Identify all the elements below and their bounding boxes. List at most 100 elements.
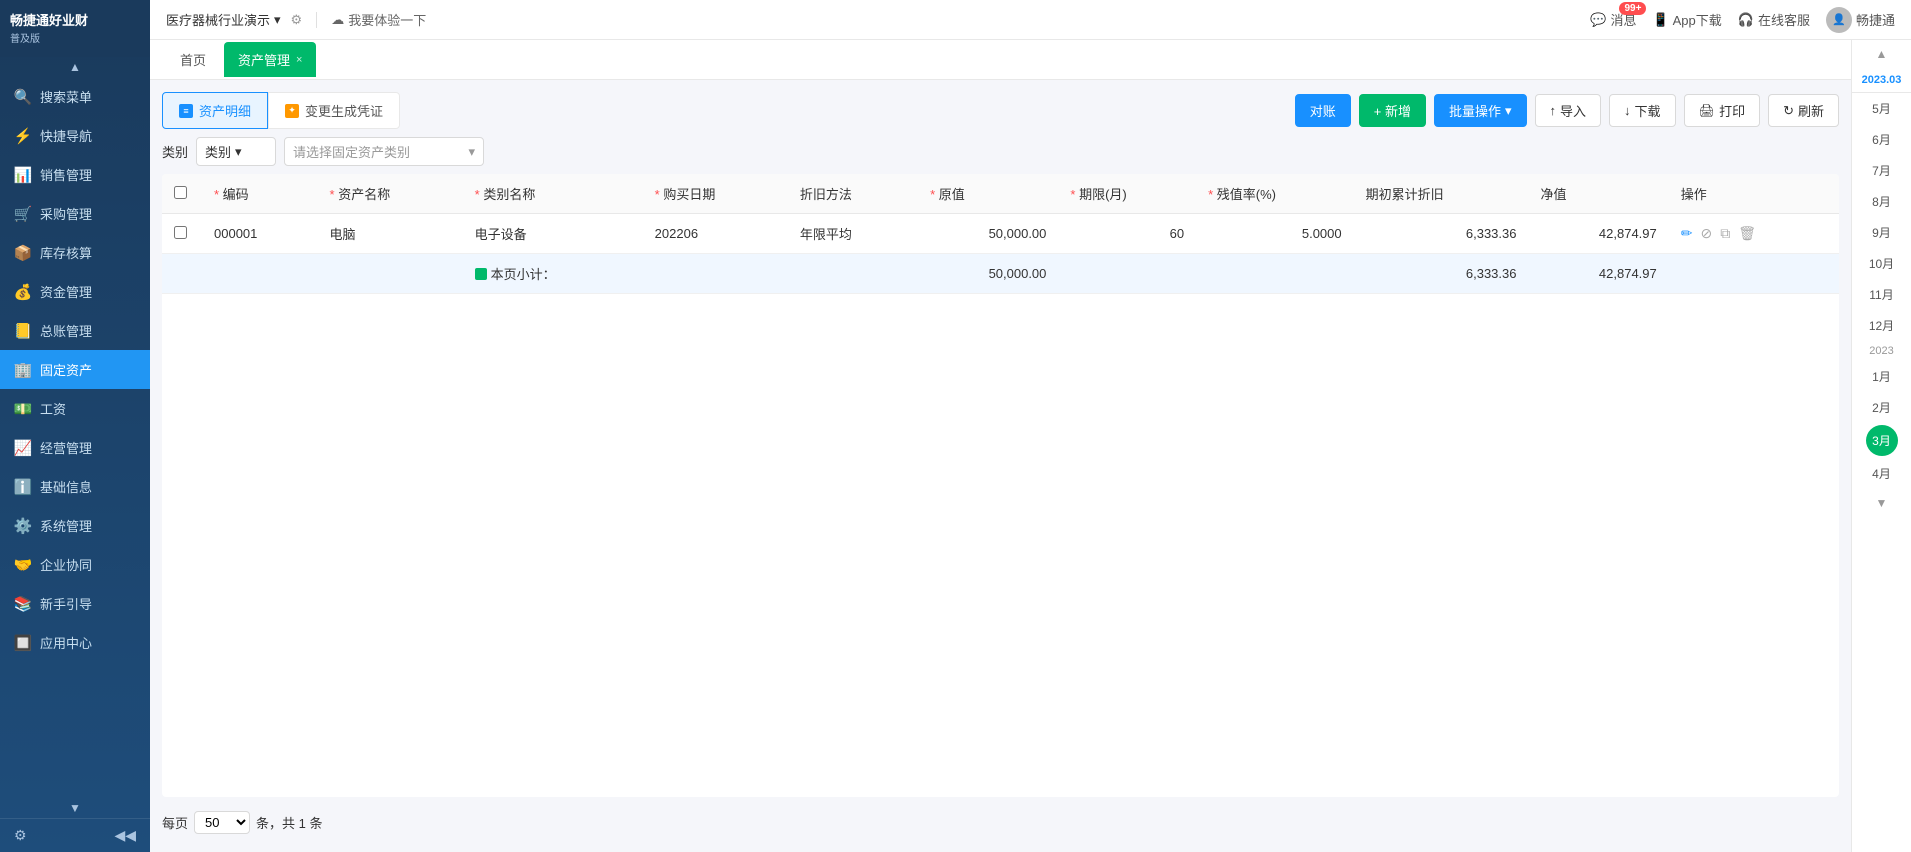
- table-row: 000001 电脑 电子设备 202206 年限平均 50,000.00 60 …: [162, 214, 1839, 254]
- sidebar-item-库存核算[interactable]: 📦 库存核算: [0, 233, 150, 272]
- sidebar-item-label: 固定资产: [40, 360, 92, 379]
- tab-asset-management[interactable]: 资产管理 ×: [224, 42, 316, 77]
- date-month-prev[interactable]: 9月: [1867, 217, 1896, 248]
- sub-tab-asset-detail[interactable]: ≡ 资产明细: [162, 92, 268, 129]
- sidebar-item-资金管理[interactable]: 💰 资金管理: [0, 272, 150, 311]
- batch-btn[interactable]: 批量操作 ▾: [1434, 94, 1527, 127]
- sidebar-item-工资[interactable]: 💵 工资: [0, 389, 150, 428]
- sub-tabs: ≡ 资产明细 ✦ 变更生成凭证: [162, 92, 400, 129]
- delete-icon[interactable]: 🗑: [1738, 225, 1756, 242]
- sidebar-item-快捷导航[interactable]: ⚡ 快捷导航: [0, 116, 150, 155]
- col-name: 资产名称: [318, 174, 463, 214]
- sidebar-item-label: 系统管理: [40, 516, 92, 535]
- collapse-icon[interactable]: ◀◀: [114, 827, 136, 844]
- date-month-prev[interactable]: 7月: [1867, 155, 1896, 186]
- category-type-select[interactable]: 类别 ▾: [196, 137, 276, 166]
- sidebar-item-label: 经营管理: [40, 438, 92, 457]
- refresh-btn[interactable]: ↻ 刷新: [1768, 94, 1839, 127]
- company-selector[interactable]: 医疗器械行业演示 ▾: [166, 10, 281, 29]
- copy-icon[interactable]: ⊘: [1701, 225, 1713, 242]
- sidebar-item-总账管理[interactable]: 📒 总账管理: [0, 311, 150, 350]
- edit-icon[interactable]: ✏: [1681, 225, 1693, 242]
- sidebar-icon: 🏢: [14, 361, 32, 379]
- date-month-curr[interactable]: 2月: [1866, 392, 1898, 423]
- date-sidebar-header[interactable]: 2023.03: [1852, 68, 1911, 93]
- sidebar-item-新手引导[interactable]: 📚 新手引导: [0, 584, 150, 623]
- date-month-curr[interactable]: 4月: [1866, 458, 1898, 489]
- message-btn[interactable]: 💬 消息 99+: [1590, 10, 1636, 29]
- col-original-value: 原值: [918, 174, 1058, 214]
- category-input[interactable]: 请选择固定资产类别 ▾: [284, 137, 484, 166]
- col-operation: 操作: [1669, 174, 1839, 214]
- sub-tab-change-voucher[interactable]: ✦ 变更生成凭证: [268, 92, 400, 129]
- sidebar-item-搜索菜单[interactable]: 🔍 搜索菜单: [0, 77, 150, 116]
- row-checkbox-cell[interactable]: [162, 214, 202, 254]
- user-menu[interactable]: 👤 畅捷通: [1826, 7, 1895, 33]
- col-residual-rate: 残值率(%): [1196, 174, 1354, 214]
- sidebar-icon: 💵: [14, 400, 32, 418]
- sidebar-scroll-up[interactable]: ▲: [0, 57, 150, 77]
- sidebar-item-采购管理[interactable]: 🛒 采购管理: [0, 194, 150, 233]
- account-btn[interactable]: 对账: [1295, 94, 1351, 127]
- checkbox-header[interactable]: [162, 174, 202, 214]
- tab-home[interactable]: 首页: [166, 42, 220, 77]
- sidebar-icon: 📊: [14, 166, 32, 184]
- date-scroll-down[interactable]: ▼: [1872, 493, 1892, 513]
- sidebar-scroll-down[interactable]: ▼: [0, 798, 150, 818]
- date-month-prev[interactable]: 12月: [1867, 310, 1896, 341]
- date-scroll-up[interactable]: ▲: [1872, 44, 1892, 64]
- new-btn[interactable]: + 新增: [1359, 94, 1426, 127]
- cloud-icon: ☁: [331, 12, 344, 28]
- inner-page: ≡ 资产明细 ✦ 变更生成凭证 对账 + 新增: [150, 80, 1851, 852]
- date-months-curr-year: 1月2月3月4月: [1866, 361, 1898, 489]
- sidebar-icon: 📚: [14, 595, 32, 613]
- date-month-curr[interactable]: 1月: [1866, 361, 1898, 392]
- sidebar-item-label: 工资: [40, 399, 66, 418]
- sidebar-item-应用中心[interactable]: 🔲 应用中心: [0, 623, 150, 662]
- subtotal-empty-5: [788, 254, 918, 294]
- select-all-checkbox[interactable]: [174, 186, 187, 199]
- sidebar-item-系统管理[interactable]: ⚙️ 系统管理: [0, 506, 150, 545]
- sidebar-item-企业协同[interactable]: 🤝 企业协同: [0, 545, 150, 584]
- sidebar-item-销售管理[interactable]: 📊 销售管理: [0, 155, 150, 194]
- per-page-select[interactable]: 50 100 200: [194, 811, 250, 834]
- date-month-prev[interactable]: 10月: [1867, 248, 1896, 279]
- sidebar-item-基础信息[interactable]: ℹ️ 基础信息: [0, 467, 150, 506]
- date-month-prev[interactable]: 6月: [1867, 124, 1896, 155]
- date-month-prev[interactable]: 5月: [1867, 93, 1896, 124]
- app-download-btn[interactable]: 📱 App下载: [1652, 10, 1721, 29]
- sidebar-item-经营管理[interactable]: 📈 经营管理: [0, 428, 150, 467]
- account-label: 对账: [1310, 101, 1336, 120]
- experience-btn[interactable]: ☁ 我要体验一下: [331, 10, 426, 29]
- sidebar-item-固定资产[interactable]: 🏢 固定资产: [0, 350, 150, 389]
- tab-asset-label: 资产管理: [238, 50, 290, 69]
- category-type-dropdown: ▾: [235, 144, 242, 160]
- filter-row: 类别 类别 ▾ 请选择固定资产类别 ▾: [162, 137, 1839, 166]
- download-btn[interactable]: ↓ 下载: [1609, 94, 1676, 127]
- sidebar-item-label: 基础信息: [40, 477, 92, 496]
- col-period: 期限(月): [1058, 174, 1196, 214]
- row-checkbox[interactable]: [174, 226, 187, 239]
- batch-label: 批量操作: [1449, 101, 1501, 120]
- customer-service-label: 在线客服: [1758, 10, 1810, 29]
- print-btn[interactable]: 🖨 打印: [1684, 94, 1761, 127]
- date-month-prev[interactable]: 11月: [1867, 279, 1896, 310]
- import-btn[interactable]: ↑ 导入: [1535, 94, 1602, 127]
- subtotal-empty-2: [202, 254, 318, 294]
- gear-settings-icon[interactable]: ⚙: [291, 12, 303, 28]
- settings-icon[interactable]: ⚙: [14, 827, 27, 844]
- message-badge: 99+: [1619, 2, 1646, 15]
- duplicate-icon[interactable]: ⧉: [1720, 225, 1730, 242]
- date-month-prev[interactable]: 8月: [1867, 186, 1896, 217]
- row-period: 60: [1058, 214, 1196, 254]
- customer-service-btn[interactable]: 🎧 在线客服: [1738, 10, 1810, 29]
- tab-close-icon[interactable]: ×: [296, 54, 302, 66]
- headset-icon: 🎧: [1738, 12, 1754, 28]
- sidebar-icon: ⚡: [14, 127, 32, 145]
- date-month-curr[interactable]: 3月: [1866, 425, 1898, 456]
- row-net-value: 42,874.97: [1528, 214, 1668, 254]
- row-code: 000001: [202, 214, 318, 254]
- date-sidebar-top-controls: ▲: [1872, 40, 1892, 68]
- app-download-label: App下载: [1673, 10, 1722, 29]
- tab-home-label: 首页: [180, 50, 206, 69]
